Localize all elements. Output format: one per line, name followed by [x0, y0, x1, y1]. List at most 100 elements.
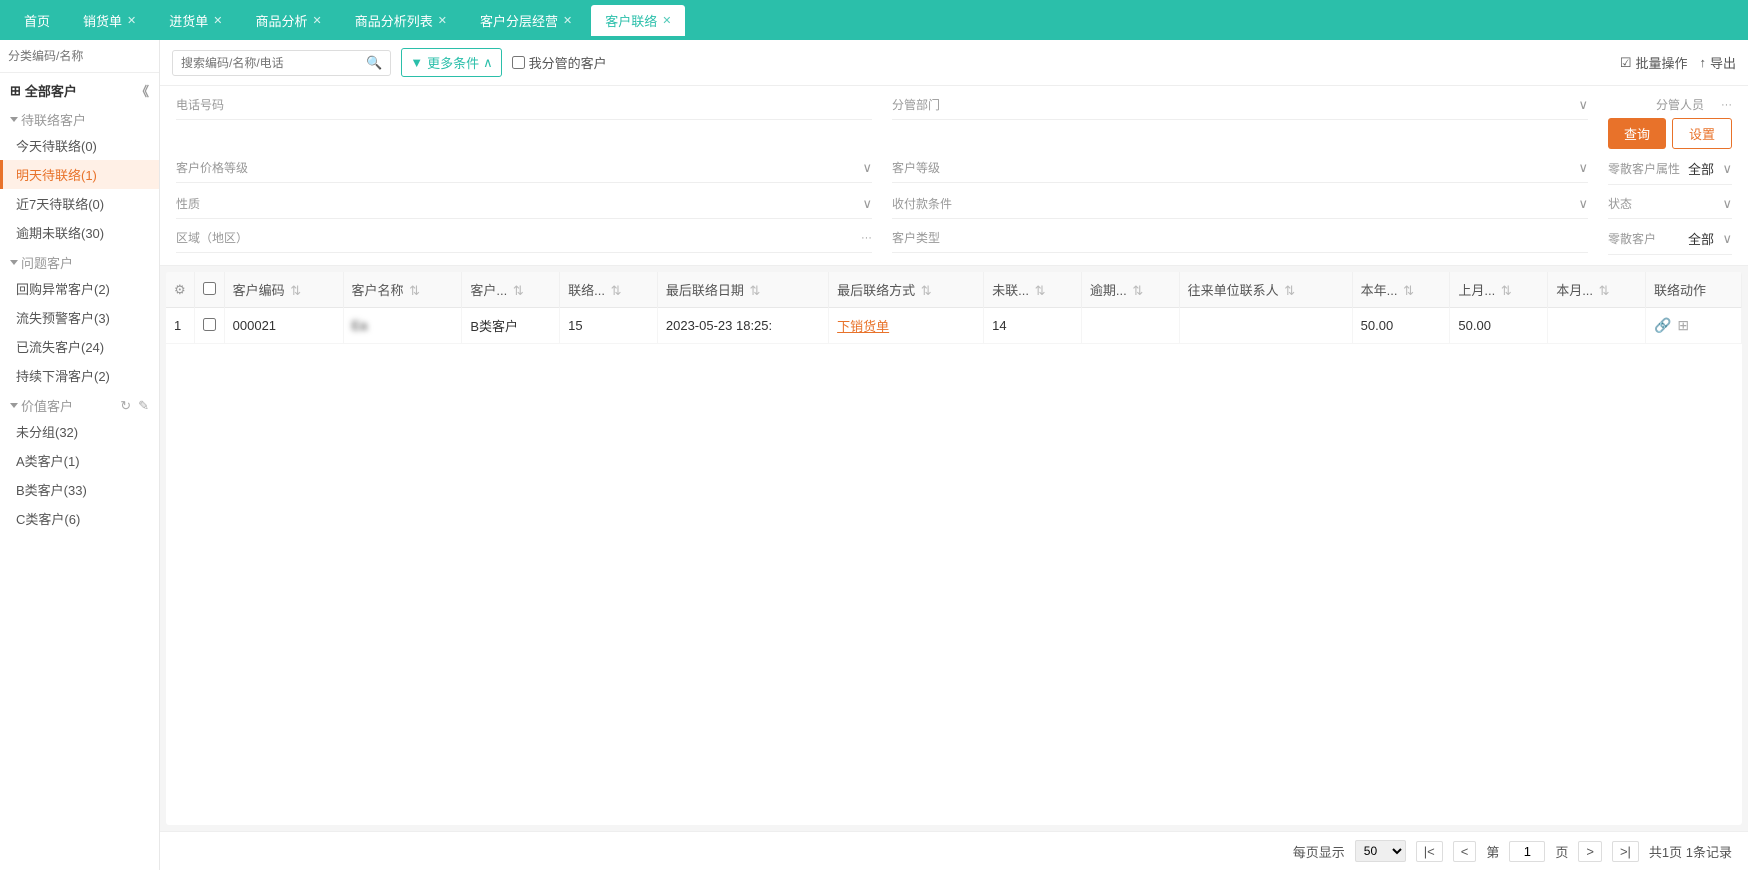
col-action: 联络动作: [1645, 272, 1741, 308]
search-input[interactable]: [181, 56, 361, 70]
sidebar-item-c-class[interactable]: C类客户(6): [0, 504, 159, 533]
sort-last-date-icon[interactable]: ⇅: [750, 283, 761, 298]
close-sales-order-icon[interactable]: ✕: [127, 14, 136, 27]
gear-header[interactable]: ⚙: [166, 272, 194, 308]
export-button[interactable]: ↑ 导出: [1699, 53, 1736, 72]
refresh-value-icon[interactable]: ↻: [120, 398, 131, 414]
row-last-way: 下销货单: [829, 308, 984, 344]
action-link-icon[interactable]: 🔗: [1654, 317, 1671, 334]
row-unit-contact: [1179, 308, 1352, 344]
query-button[interactable]: 查询: [1608, 118, 1666, 149]
sidebar: 🔍 ⊞ 全部客户 《 待联络客户 今天待联络(0) 明天待联络(1) 近7天待联…: [0, 40, 160, 870]
person-more-icon: ···: [1721, 99, 1732, 111]
filter-retail-attr: 零散客户属性 全部 ∨: [1608, 159, 1732, 185]
row-index: 1: [166, 308, 194, 344]
close-purchase-order-icon[interactable]: ✕: [213, 14, 222, 27]
sort-overdue-icon[interactable]: ⇅: [1132, 283, 1143, 298]
main-layout: 🔍 ⊞ 全部客户 《 待联络客户 今天待联络(0) 明天待联络(1) 近7天待联…: [0, 40, 1748, 870]
close-customer-contact-icon[interactable]: ✕: [662, 14, 671, 27]
sidebar-item-b-class[interactable]: B类客户(33): [0, 475, 159, 504]
collapse-icon[interactable]: 《: [136, 81, 149, 100]
first-page-button[interactable]: |<: [1416, 841, 1443, 862]
query-btn-group: 分管人员 ··· 查询 设置: [1608, 96, 1732, 149]
region-more-icon: ···: [861, 232, 872, 244]
nav-home[interactable]: 首页: [10, 5, 64, 36]
nav-product-analysis-list[interactable]: 商品分析列表 ✕: [341, 5, 461, 36]
search-icon[interactable]: 🔍: [366, 55, 382, 71]
filter-status: 状态 ∨: [1608, 195, 1732, 219]
prev-page-button[interactable]: <: [1453, 841, 1477, 862]
filter-customer-level: 客户等级 ∨: [892, 159, 1588, 183]
last-way-link[interactable]: 下销货单: [837, 319, 889, 334]
sidebar-item-today-contact[interactable]: 今天待联络(0): [0, 131, 159, 160]
edit-value-icon[interactable]: ✎: [138, 398, 149, 414]
sort-unit-contact-icon[interactable]: ⇅: [1284, 283, 1295, 298]
nav-product-analysis[interactable]: 商品分析 ✕: [241, 5, 335, 36]
checkbox-header: [194, 272, 224, 308]
nav-customer-tier[interactable]: 客户分层经营 ✕: [466, 5, 586, 36]
table-row: 1 000021 Ea B类客户 15 2023-05-23 18:25: 下销…: [166, 308, 1742, 344]
nav-purchase-order[interactable]: 进货单 ✕: [155, 5, 236, 36]
expand-problem-icon[interactable]: [10, 260, 18, 265]
page-size-select[interactable]: 50 100 200: [1355, 840, 1406, 862]
last-page-button[interactable]: >|: [1612, 841, 1639, 862]
sort-last-way-icon[interactable]: ⇅: [921, 283, 932, 298]
sort-no-contact-icon[interactable]: ⇅: [1035, 283, 1046, 298]
col-this-year: 本年... ⇅: [1352, 272, 1450, 308]
close-product-analysis-icon[interactable]: ✕: [313, 14, 322, 27]
grid-icon: ⊞: [10, 83, 21, 99]
retail-customer-chevron-icon: ∨: [1722, 231, 1732, 247]
sidebar-item-overdue-contact[interactable]: 逾期未联络(30): [0, 218, 159, 247]
sidebar-item-a-class[interactable]: A类客户(1): [0, 446, 159, 475]
sidebar-item-declining[interactable]: 持续下滑客户(2): [0, 361, 159, 390]
col-overdue: 逾期... ⇅: [1081, 272, 1179, 308]
col-unit-contact: 往来单位联系人 ⇅: [1179, 272, 1352, 308]
sort-type-icon[interactable]: ⇅: [513, 283, 524, 298]
search-wrap: 🔍: [172, 50, 391, 76]
col-name: 客户名称 ⇅: [343, 272, 462, 308]
filter-dept: 分管部门 ∨: [892, 96, 1588, 120]
sidebar-search-input[interactable]: [8, 49, 160, 63]
sidebar-item-ungroup[interactable]: 未分组(32): [0, 417, 159, 446]
expand-pending-icon[interactable]: [10, 117, 18, 122]
checkbox-icon: ☑: [1620, 55, 1632, 71]
sort-code-icon[interactable]: ⇅: [290, 283, 301, 298]
sort-this-year-icon[interactable]: ⇅: [1403, 283, 1414, 298]
more-filter-button[interactable]: ▼ 更多条件 ∧: [401, 48, 501, 77]
sort-last-month-icon[interactable]: ⇅: [1501, 283, 1512, 298]
next-page-button[interactable]: >: [1578, 841, 1602, 862]
expand-value-icon[interactable]: [10, 403, 18, 408]
filter-price-level: 客户价格等级 ∨: [176, 159, 872, 183]
filter-panel: 电话号码 分管部门 ∨ 分管人员 ···: [160, 86, 1748, 266]
page-input[interactable]: [1509, 841, 1545, 862]
filter-retail-customer: 零散客户 全部 ∨: [1608, 229, 1732, 255]
sidebar-item-churned[interactable]: 已流失客户(24): [0, 332, 159, 361]
row-name: Ea: [343, 308, 462, 344]
set-button[interactable]: 设置: [1672, 118, 1732, 149]
select-all-checkbox[interactable]: [203, 282, 216, 295]
row-this-month: [1548, 308, 1646, 344]
my-customer-checkbox-label[interactable]: 我分管的客户: [512, 53, 607, 72]
dept-chevron-icon: ∨: [1578, 97, 1588, 113]
top-nav: 首页 销货单 ✕ 进货单 ✕ 商品分析 ✕ 商品分析列表 ✕ 客户分层经营 ✕ …: [0, 0, 1748, 40]
sidebar-item-repurchase-abnormal[interactable]: 回购异常客户(2): [0, 274, 159, 303]
sort-contact-icon[interactable]: ⇅: [611, 283, 622, 298]
sidebar-item-tomorrow-contact[interactable]: 明天待联络(1): [0, 160, 159, 189]
sort-name-icon[interactable]: ⇅: [409, 283, 420, 298]
action-grid-icon[interactable]: ⊞: [1677, 317, 1689, 334]
col-last-month: 上月... ⇅: [1450, 272, 1548, 308]
row-last-month: 50.00: [1450, 308, 1548, 344]
row-last-date: 2023-05-23 18:25:: [657, 308, 828, 344]
batch-op-button[interactable]: ☑ 批量操作: [1620, 53, 1688, 72]
sidebar-item-churn-warning[interactable]: 流失预警客户(3): [0, 303, 159, 332]
sort-this-month-icon[interactable]: ⇅: [1599, 283, 1610, 298]
nav-customer-contact[interactable]: 客户联络 ✕: [591, 5, 685, 36]
toolbar: 🔍 ▼ 更多条件 ∧ 我分管的客户 ☑ 批量操作 ↑ 导出: [160, 40, 1748, 86]
chevron-up-icon: ∧: [483, 55, 493, 71]
close-customer-tier-icon[interactable]: ✕: [563, 14, 572, 27]
close-product-analysis-list-icon[interactable]: ✕: [438, 14, 447, 27]
row-checkbox[interactable]: [203, 318, 216, 331]
nav-sales-order[interactable]: 销货单 ✕: [69, 5, 150, 36]
sidebar-item-7days-contact[interactable]: 近7天待联络(0): [0, 189, 159, 218]
my-customer-checkbox[interactable]: [512, 56, 525, 69]
